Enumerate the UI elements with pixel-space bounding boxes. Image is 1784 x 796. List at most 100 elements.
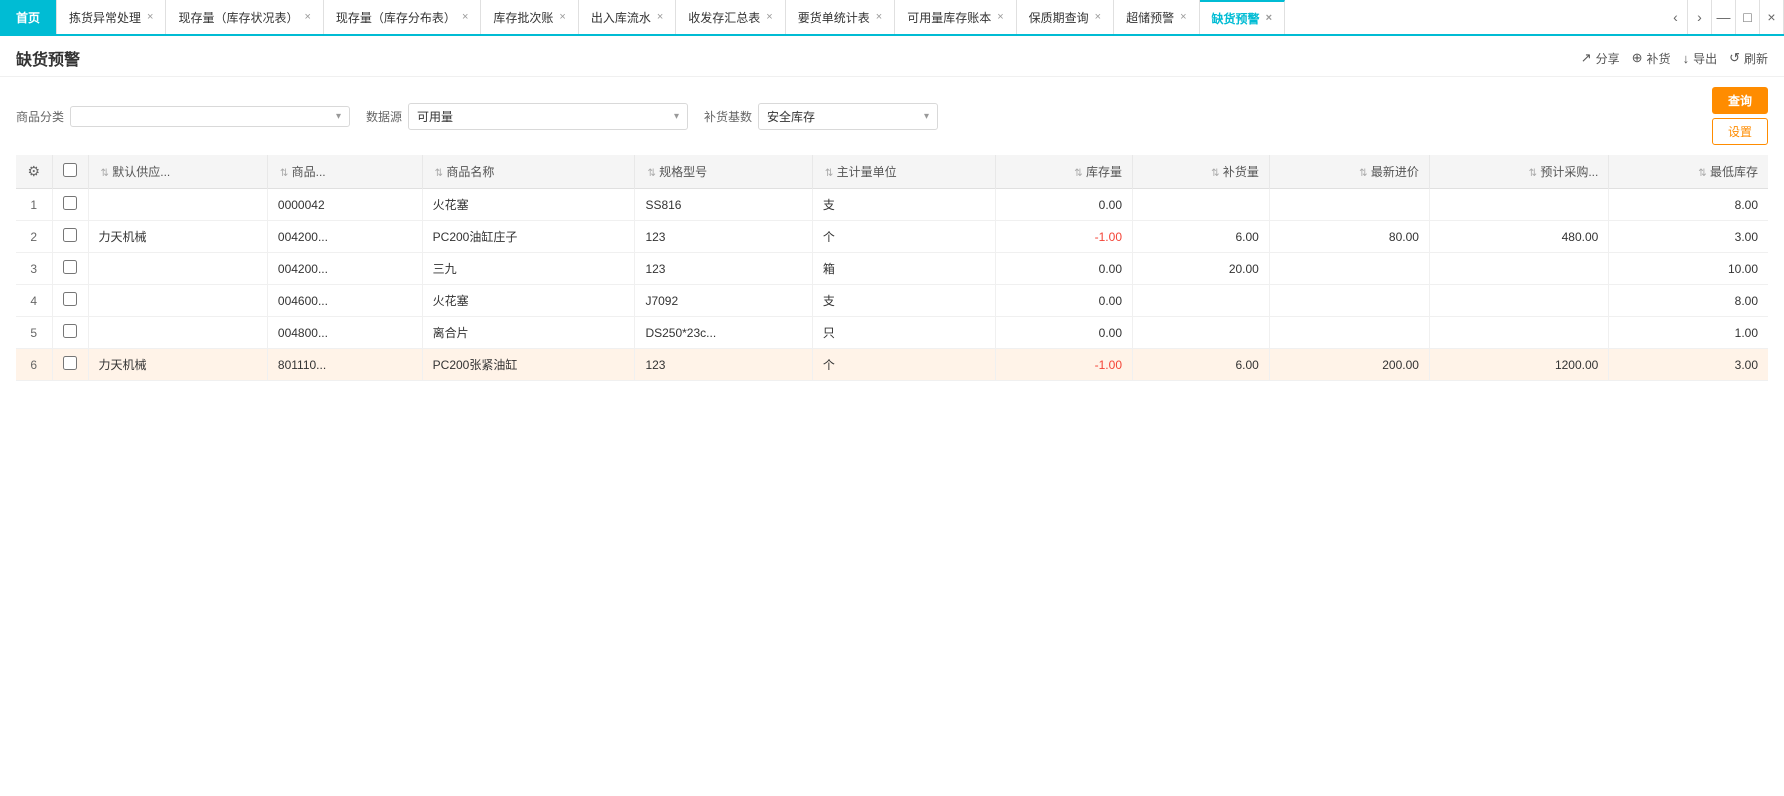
tab-available-ledger-close[interactable]: × xyxy=(997,11,1003,23)
tab-batch-account[interactable]: 库存批次账× xyxy=(481,0,578,34)
replenish-label: 补货 xyxy=(1647,50,1671,67)
tab-collect-summary[interactable]: 收发存汇总表 × xyxy=(676,0,785,34)
tab-available-ledger[interactable]: 可用量库存账本× xyxy=(895,0,1016,34)
cell-replenish-qty xyxy=(1133,285,1270,317)
category-filter-label: 商品分类 xyxy=(16,108,64,125)
tab-expiry-query-close[interactable]: × xyxy=(1095,11,1101,23)
cell-index: 5 xyxy=(16,317,52,349)
tab-expiry-query[interactable]: 保质期查询× xyxy=(1017,0,1114,34)
cell-estimated-purchase xyxy=(1429,317,1608,349)
tab-stock-dist-close[interactable]: × xyxy=(462,11,468,23)
tab-maximize-btn[interactable]: □ xyxy=(1736,0,1760,34)
row-checkbox[interactable] xyxy=(63,260,77,274)
tab-order-stats[interactable]: 要货单统计表× xyxy=(786,0,895,34)
th-unit[interactable]: ⇅ 主计量单位 xyxy=(812,155,995,189)
tab-shortage-close[interactable]: × xyxy=(1266,12,1272,24)
th-replenish-qty[interactable]: ⇅ 补货量 xyxy=(1133,155,1270,189)
cell-supplier: 力天机械 xyxy=(88,349,267,381)
select-all-checkbox[interactable] xyxy=(63,163,77,177)
row-checkbox[interactable] xyxy=(63,356,77,370)
tab-home[interactable]: 首页 xyxy=(0,0,57,34)
th-gear[interactable]: ⚙ xyxy=(16,155,52,189)
datasource-filter-label: 数据源 xyxy=(366,108,402,125)
cell-index: 3 xyxy=(16,253,52,285)
tab-batch-account-close[interactable]: × xyxy=(559,11,565,23)
table-header-row: ⚙ ⇅ 默认供应... ⇅ 商品... ⇅ 商品名称 xyxy=(16,155,1768,189)
th-code[interactable]: ⇅ 商品... xyxy=(267,155,422,189)
cell-min-stock: 1.00 xyxy=(1609,317,1768,349)
share-action[interactable]: ↗ 分享 xyxy=(1581,50,1620,67)
th-name[interactable]: ⇅ 商品名称 xyxy=(422,155,635,189)
share-icon: ↗ xyxy=(1581,50,1592,66)
th-estimated-purchase[interactable]: ⇅ 预计采购... xyxy=(1429,155,1608,189)
tab-collect-summary-close[interactable]: × xyxy=(766,11,772,23)
cell-min-stock: 8.00 xyxy=(1609,285,1768,317)
cell-index: 4 xyxy=(16,285,52,317)
replenish-basis-select[interactable]: 安全库存 ▾ xyxy=(758,103,938,130)
th-min-stock[interactable]: ⇅ 最低库存 xyxy=(1609,155,1768,189)
category-arrow-icon: ▾ xyxy=(336,111,341,122)
maximize-icon: □ xyxy=(1743,9,1751,25)
cell-checkbox[interactable] xyxy=(52,285,88,317)
table-container: ⚙ ⇅ 默认供应... ⇅ 商品... ⇅ 商品名称 xyxy=(0,155,1784,381)
minimize-icon: — xyxy=(1717,9,1731,25)
settings-button[interactable]: 设置 xyxy=(1712,118,1768,145)
cell-replenish-qty: 20.00 xyxy=(1133,253,1270,285)
tab-abnormal[interactable]: 拣货异常处理× xyxy=(57,0,166,34)
tab-close-btn[interactable]: × xyxy=(1760,0,1784,34)
th-replenish-label: 补货量 xyxy=(1223,165,1259,179)
tab-overstock[interactable]: 超储预警 × xyxy=(1114,0,1199,34)
datasource-select[interactable]: 可用量 ▾ xyxy=(408,103,688,130)
cell-checkbox[interactable] xyxy=(52,317,88,349)
cell-name: 离合片 xyxy=(422,317,635,349)
tab-prev-btn[interactable]: ‹ xyxy=(1664,0,1688,34)
th-name-label: 商品名称 xyxy=(446,165,494,179)
replenish-basis-arrow-icon: ▾ xyxy=(924,111,929,122)
cell-estimated-purchase: 480.00 xyxy=(1429,221,1608,253)
tab-stock-dist[interactable]: 现存量（库存分布表） × xyxy=(324,0,481,34)
tab-stock-dist-label: 现存量（库存分布表） xyxy=(336,9,456,26)
table-row: 6 力天机械 801110... PC200张紧油缸 123 个 -1.00 6… xyxy=(16,349,1768,381)
tab-collect-summary-label: 收发存汇总表 xyxy=(688,9,760,26)
tab-inout-flow-close[interactable]: × xyxy=(657,11,663,23)
tab-abnormal-close[interactable]: × xyxy=(147,11,153,23)
tab-shortage[interactable]: 缺货预警× xyxy=(1200,0,1285,34)
gear-icon[interactable]: ⚙ xyxy=(27,163,40,179)
refresh-action[interactable]: ↺ 刷新 xyxy=(1729,50,1768,67)
tab-overstock-label: 超储预警 xyxy=(1126,9,1174,26)
replenish-action[interactable]: ⊕ 补货 xyxy=(1632,50,1671,67)
row-checkbox[interactable] xyxy=(63,292,77,306)
tab-inout-flow[interactable]: 出入库流水 × xyxy=(579,0,676,34)
th-stock[interactable]: ⇅ 库存量 xyxy=(996,155,1133,189)
replenish-basis-value: 安全库存 xyxy=(767,108,815,125)
row-checkbox[interactable] xyxy=(63,228,77,242)
th-supplier[interactable]: ⇅ 默认供应... xyxy=(88,155,267,189)
th-price-label: 最新进价 xyxy=(1371,165,1419,179)
cell-name: PC200油缸庄子 xyxy=(422,221,635,253)
cell-checkbox[interactable] xyxy=(52,349,88,381)
datasource-filter-group: 数据源 可用量 ▾ xyxy=(366,103,688,130)
tab-stock-status-close[interactable]: × xyxy=(304,11,310,23)
th-checkbox[interactable] xyxy=(52,155,88,189)
cell-min-stock: 10.00 xyxy=(1609,253,1768,285)
category-select[interactable]: ▾ xyxy=(70,106,350,127)
tab-next-btn[interactable]: › xyxy=(1688,0,1712,34)
row-checkbox[interactable] xyxy=(63,324,77,338)
query-button[interactable]: 查询 xyxy=(1712,87,1768,114)
th-latest-price[interactable]: ⇅ 最新进价 xyxy=(1269,155,1429,189)
cell-estimated-purchase xyxy=(1429,189,1608,221)
tab-stock-status[interactable]: 现存量（库存状况表）× xyxy=(166,0,323,34)
cell-checkbox[interactable] xyxy=(52,221,88,253)
cell-checkbox[interactable] xyxy=(52,189,88,221)
export-action[interactable]: ↓ 导出 xyxy=(1683,50,1718,67)
tab-inout-flow-label: 出入库流水 xyxy=(591,9,651,26)
tab-minimize-btn[interactable]: — xyxy=(1712,0,1736,34)
tab-overstock-close[interactable]: × xyxy=(1180,11,1186,23)
th-spec[interactable]: ⇅ 规格型号 xyxy=(635,155,812,189)
cell-checkbox[interactable] xyxy=(52,253,88,285)
tab-next-icon: › xyxy=(1697,9,1702,25)
row-checkbox[interactable] xyxy=(63,196,77,210)
cell-code: 801110... xyxy=(267,349,422,381)
tab-order-stats-close[interactable]: × xyxy=(876,11,882,23)
th-supplier-sort-icon: ⇅ xyxy=(101,168,109,179)
